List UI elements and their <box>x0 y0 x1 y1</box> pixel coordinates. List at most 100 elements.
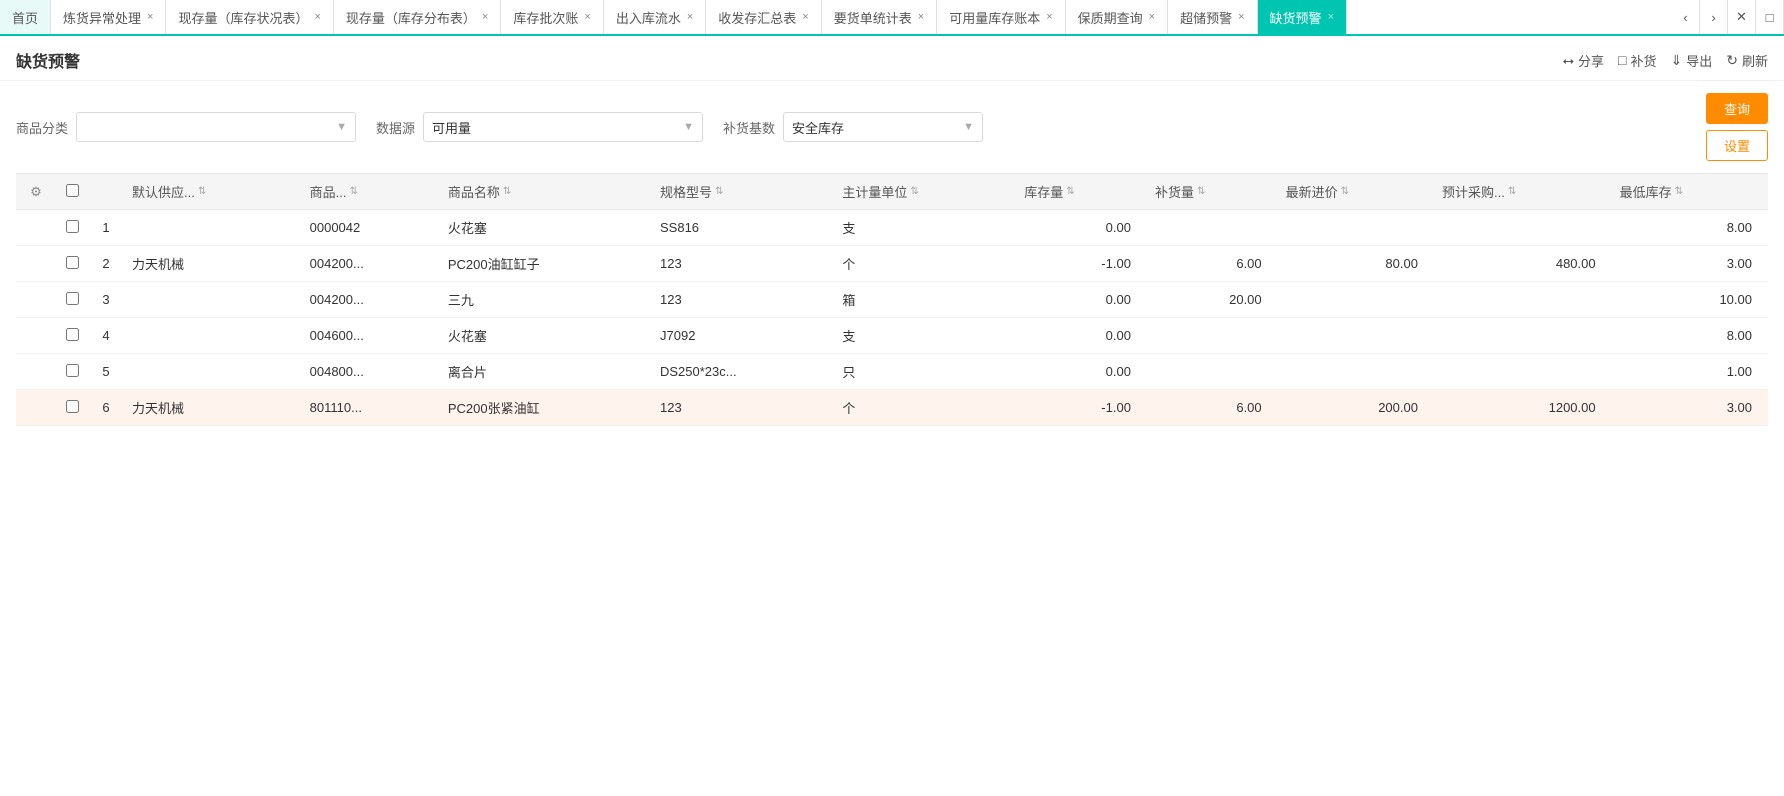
tab-baozhi[interactable]: 保质期查询× <box>1066 0 1168 35</box>
tab-shoufazun[interactable]: 收发存汇总表× <box>706 0 821 35</box>
query-button[interactable]: 查询 <box>1706 93 1768 124</box>
share-btn[interactable]: ⭤ 分享 <box>1563 51 1604 70</box>
tab-label: 炼货异常处理 <box>63 8 141 27</box>
tab-keyong[interactable]: 可用量库存账本× <box>937 0 1065 35</box>
data-table: ⚙ 默认供应... ⇅ 商品... <box>16 173 1768 426</box>
tab-close-all[interactable]: ✕ <box>1728 0 1756 35</box>
table-row: 4 004600... 火花塞 J7092 支 0.00 8.00 <box>16 318 1768 354</box>
supply-btn[interactable]: □ 补货 <box>1618 51 1656 70</box>
th-supplier[interactable]: 默认供应... ⇅ <box>124 174 302 210</box>
row-checkbox[interactable] <box>66 400 79 413</box>
tab-chaochun[interactable]: 超储预警× <box>1168 0 1257 35</box>
sort-name-icon: ⇅ <box>503 186 511 197</box>
row-checkbox[interactable] <box>66 364 79 377</box>
tab-close-quehuo[interactable]: × <box>1328 11 1334 23</box>
page-header: 缺货预警 ⭤ 分享 □ 补货 ⇓ 导出 ↻ 刷新 <box>0 36 1784 81</box>
tab-nav-prev[interactable]: ‹ <box>1672 0 1700 35</box>
th-name[interactable]: 商品名称 ⇅ <box>440 174 652 210</box>
row-code: 0000042 <box>302 210 440 246</box>
table-body: 1 0000042 火花塞 SS816 支 0.00 8.00 2 力天机械 0… <box>16 210 1768 426</box>
th-code[interactable]: 商品... ⇅ <box>302 174 440 210</box>
tab-close-yaohuo[interactable]: × <box>918 11 924 23</box>
tab-label: 现存量（库存分布表） <box>346 8 476 27</box>
gear-icon[interactable]: ⚙ <box>30 184 42 199</box>
row-est-purchase <box>1434 210 1612 246</box>
tab-restore[interactable]: □ <box>1756 0 1784 35</box>
row-checkbox[interactable] <box>66 292 79 305</box>
th-unit[interactable]: 主计量单位 ⇅ <box>834 174 1016 210</box>
row-est-purchase <box>1434 282 1612 318</box>
row-spec: SS816 <box>652 210 834 246</box>
row-num: 5 <box>88 354 124 390</box>
table-row: 1 0000042 火花塞 SS816 支 0.00 8.00 <box>16 210 1768 246</box>
row-checkbox[interactable] <box>66 328 79 341</box>
th-spec[interactable]: 规格型号 ⇅ <box>652 174 834 210</box>
tab-close-xianzun2[interactable]: × <box>482 11 488 23</box>
sort-min-stock-icon: ⇅ <box>1675 186 1683 197</box>
row-checkbox-cell <box>56 246 88 282</box>
tab-close-xianzun1[interactable]: × <box>314 11 320 23</box>
th-stock[interactable]: 库存量 ⇅ <box>1016 174 1147 210</box>
th-replenish[interactable]: 补货量 ⇅ <box>1147 174 1278 210</box>
tab-xianzun1[interactable]: 现存量（库存状况表）× <box>166 0 333 35</box>
category-filter-group: 商品分类 ▼ <box>16 112 356 142</box>
tab-close-lianhuo[interactable]: × <box>147 11 153 23</box>
row-name: 三九 <box>440 282 652 318</box>
tab-close-baozhi[interactable]: × <box>1149 11 1155 23</box>
settings-button[interactable]: 设置 <box>1706 130 1768 161</box>
row-stock: 0.00 <box>1016 354 1147 390</box>
row-spec: 123 <box>652 282 834 318</box>
export-btn[interactable]: ⇓ 导出 <box>1671 51 1713 70</box>
filter-action-btns: 查询 设置 <box>1706 93 1768 161</box>
row-gear <box>16 246 56 282</box>
datasource-select[interactable]: 可用量 ▼ <box>423 112 703 142</box>
replenish-chevron-icon: ▼ <box>963 121 974 133</box>
th-min-stock[interactable]: 最低库存 ⇅ <box>1612 174 1768 210</box>
table-container: ⚙ 默认供应... ⇅ 商品... <box>0 173 1784 426</box>
th-latest-price[interactable]: 最新进价 ⇅ <box>1278 174 1434 210</box>
filter-row: 商品分类 ▼ 数据源 可用量 ▼ 补货基数 安全库存 ▼ 查询 设置 <box>0 81 1784 173</box>
row-checkbox-cell <box>56 354 88 390</box>
row-code: 004200... <box>302 246 440 282</box>
row-est-purchase: 1200.00 <box>1434 390 1612 426</box>
sort-unit-icon: ⇅ <box>910 186 918 197</box>
row-name: PC200张紧油缸 <box>440 390 652 426</box>
tab-lianhuo[interactable]: 炼货异常处理 × <box>51 0 166 35</box>
refresh-icon: ↻ <box>1726 52 1738 69</box>
select-all-checkbox[interactable] <box>66 184 79 197</box>
row-gear <box>16 210 56 246</box>
tab-yaohuo[interactable]: 要货单统计表× <box>822 0 937 35</box>
table-header-row: ⚙ 默认供应... ⇅ 商品... <box>16 174 1768 210</box>
sort-supplier-icon: ⇅ <box>198 186 206 197</box>
refresh-btn[interactable]: ↻ 刷新 <box>1726 51 1768 70</box>
replenish-select[interactable]: 安全库存 ▼ <box>783 112 983 142</box>
row-name: 火花塞 <box>440 318 652 354</box>
category-select[interactable]: ▼ <box>76 112 356 142</box>
page-container: 缺货预警 ⭤ 分享 □ 补货 ⇓ 导出 ↻ 刷新 商品分类 <box>0 36 1784 796</box>
sort-est-purchase-icon: ⇅ <box>1508 186 1516 197</box>
row-name: 火花塞 <box>440 210 652 246</box>
tab-nav-next[interactable]: › <box>1700 0 1728 35</box>
tab-close-keyong[interactable]: × <box>1046 11 1052 23</box>
tab-home[interactable]: 首页 <box>0 0 51 35</box>
row-stock: 0.00 <box>1016 210 1147 246</box>
row-code: 004800... <box>302 354 440 390</box>
tab-churu[interactable]: 出入库流水× <box>604 0 706 35</box>
tab-xianzun2[interactable]: 现存量（库存分布表） × <box>334 0 501 35</box>
row-checkbox[interactable] <box>66 220 79 233</box>
row-min-stock: 8.00 <box>1612 210 1768 246</box>
th-est-purchase[interactable]: 预计采购... ⇅ <box>1434 174 1612 210</box>
row-checkbox[interactable] <box>66 256 79 269</box>
tab-label: 首页 <box>12 8 38 27</box>
table-head: ⚙ 默认供应... ⇅ 商品... <box>16 174 1768 210</box>
tab-close-chaochun[interactable]: × <box>1238 11 1244 23</box>
sort-replenish-icon: ⇅ <box>1197 186 1205 197</box>
tab-close-churu[interactable]: × <box>687 11 693 23</box>
export-icon: ⇓ <box>1671 52 1683 69</box>
row-est-purchase: 480.00 <box>1434 246 1612 282</box>
replenish-label: 补货基数 <box>723 118 775 137</box>
tab-pipici[interactable]: 库存批次账× <box>501 0 603 35</box>
tab-close-shoufazun[interactable]: × <box>802 11 808 23</box>
tab-quehuo[interactable]: 缺货预警× <box>1258 0 1347 35</box>
tab-close-pipici[interactable]: × <box>584 11 590 23</box>
